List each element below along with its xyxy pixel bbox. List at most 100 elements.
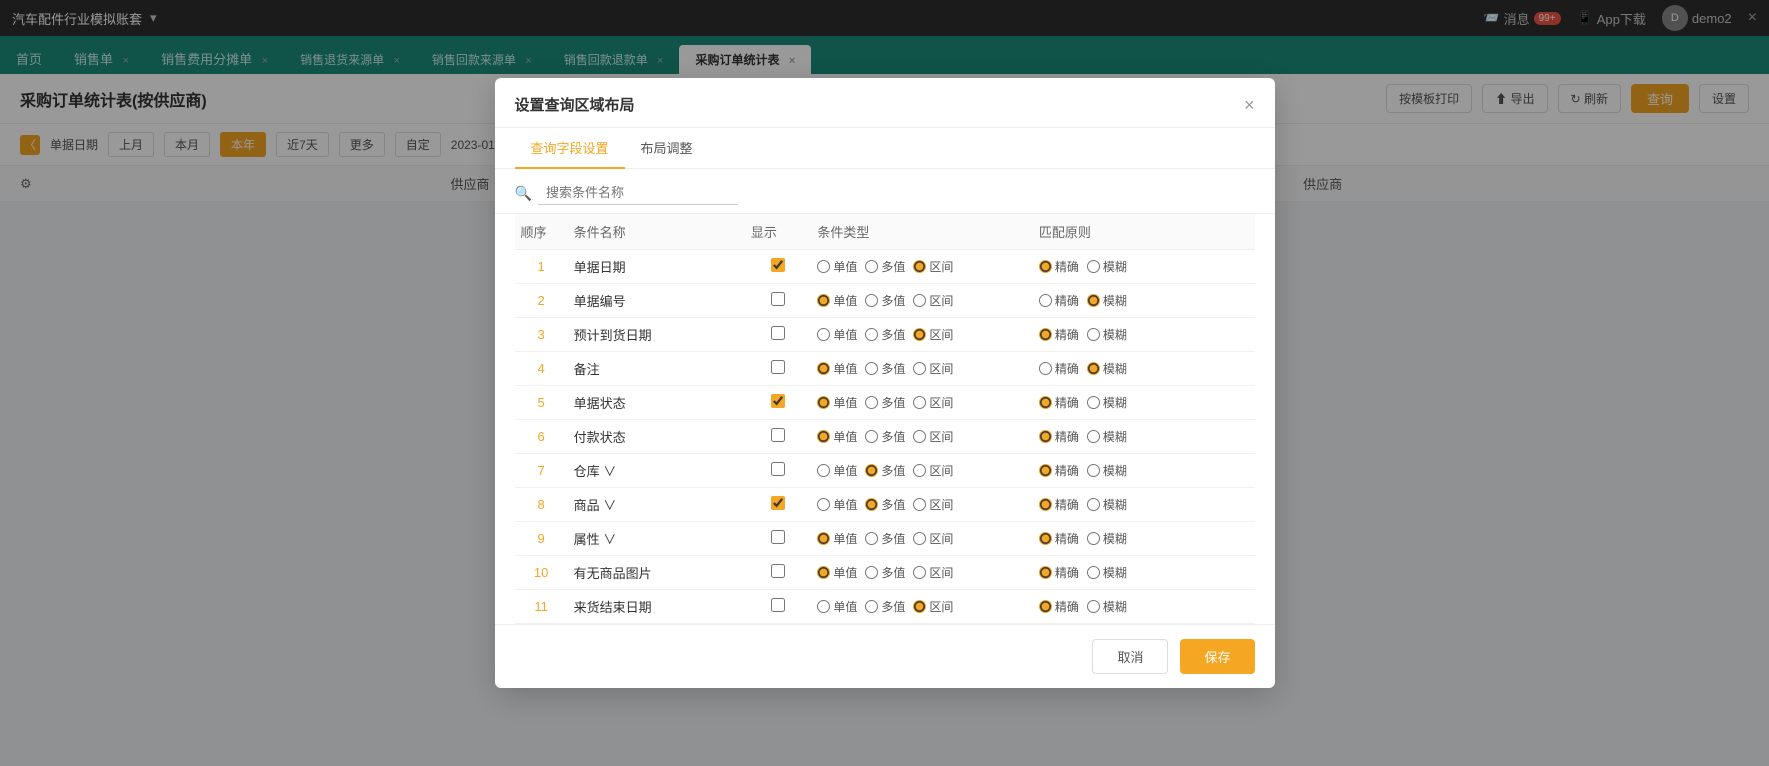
- match-radio[interactable]: [1087, 260, 1100, 273]
- type-radio[interactable]: [913, 328, 926, 341]
- tab-layout-adjust[interactable]: 布局调整: [625, 128, 709, 169]
- type-radio[interactable]: [817, 362, 830, 375]
- type-radio[interactable]: [817, 600, 830, 613]
- match-radio-item[interactable]: 模糊: [1087, 598, 1127, 615]
- show-checkbox[interactable]: [771, 598, 785, 612]
- match-radio[interactable]: [1039, 396, 1052, 409]
- dialog-close-button[interactable]: ×: [1244, 96, 1255, 114]
- type-radio-item[interactable]: 单值: [817, 326, 857, 343]
- show-checkbox[interactable]: [771, 292, 785, 306]
- match-radio-item[interactable]: 模糊: [1087, 564, 1127, 581]
- match-radio-item[interactable]: 精确: [1039, 394, 1079, 411]
- type-radio[interactable]: [865, 294, 878, 307]
- type-radio-item[interactable]: 多值: [865, 360, 905, 377]
- type-radio-item[interactable]: 单值: [817, 292, 857, 309]
- type-radio[interactable]: [817, 464, 830, 477]
- show-checkbox[interactable]: [771, 326, 785, 340]
- match-radio[interactable]: [1039, 430, 1052, 443]
- type-radio-item[interactable]: 区间: [913, 360, 953, 377]
- show-checkbox[interactable]: [771, 564, 785, 578]
- type-radio-item[interactable]: 区间: [913, 292, 953, 309]
- match-radio-item[interactable]: 精确: [1039, 530, 1079, 547]
- type-radio-item[interactable]: 单值: [817, 496, 857, 513]
- type-radio-item[interactable]: 区间: [913, 496, 953, 513]
- type-radio[interactable]: [817, 260, 830, 273]
- type-radio-item[interactable]: 多值: [865, 292, 905, 309]
- type-radio-item[interactable]: 多值: [865, 564, 905, 581]
- match-radio[interactable]: [1039, 566, 1052, 579]
- type-radio[interactable]: [913, 260, 926, 273]
- match-radio[interactable]: [1039, 600, 1052, 613]
- match-radio[interactable]: [1087, 498, 1100, 511]
- match-radio-item[interactable]: 模糊: [1087, 530, 1127, 547]
- type-radio-item[interactable]: 多值: [865, 496, 905, 513]
- match-radio[interactable]: [1039, 464, 1052, 477]
- type-radio-item[interactable]: 单值: [817, 564, 857, 581]
- type-radio[interactable]: [865, 328, 878, 341]
- match-radio-item[interactable]: 精确: [1039, 326, 1079, 343]
- type-radio[interactable]: [817, 294, 830, 307]
- type-radio-item[interactable]: 区间: [913, 462, 953, 479]
- show-checkbox[interactable]: [771, 360, 785, 374]
- type-radio[interactable]: [865, 464, 878, 477]
- match-radio-item[interactable]: 精确: [1039, 564, 1079, 581]
- match-radio[interactable]: [1039, 328, 1052, 341]
- type-radio-item[interactable]: 单值: [817, 530, 857, 547]
- match-radio[interactable]: [1087, 532, 1100, 545]
- show-checkbox[interactable]: [771, 462, 785, 476]
- type-radio-item[interactable]: 多值: [865, 394, 905, 411]
- type-radio[interactable]: [865, 600, 878, 613]
- match-radio[interactable]: [1039, 532, 1052, 545]
- match-radio[interactable]: [1087, 294, 1100, 307]
- type-radio-item[interactable]: 多值: [865, 462, 905, 479]
- type-radio[interactable]: [817, 566, 830, 579]
- match-radio-item[interactable]: 模糊: [1087, 428, 1127, 445]
- type-radio[interactable]: [865, 396, 878, 409]
- match-radio-item[interactable]: 精确: [1039, 496, 1079, 513]
- type-radio-item[interactable]: 多值: [865, 258, 905, 275]
- type-radio[interactable]: [865, 566, 878, 579]
- type-radio-item[interactable]: 单值: [817, 394, 857, 411]
- type-radio-item[interactable]: 区间: [913, 530, 953, 547]
- type-radio-item[interactable]: 区间: [913, 326, 953, 343]
- type-radio-item[interactable]: 单值: [817, 428, 857, 445]
- type-radio[interactable]: [913, 294, 926, 307]
- match-radio-item[interactable]: 精确: [1039, 598, 1079, 615]
- type-radio-item[interactable]: 单值: [817, 360, 857, 377]
- type-radio-item[interactable]: 区间: [913, 564, 953, 581]
- type-radio[interactable]: [817, 498, 830, 511]
- match-radio[interactable]: [1087, 396, 1100, 409]
- type-radio-item[interactable]: 区间: [913, 428, 953, 445]
- match-radio[interactable]: [1087, 464, 1100, 477]
- match-radio-item[interactable]: 精确: [1039, 292, 1079, 309]
- type-radio-item[interactable]: 区间: [913, 598, 953, 615]
- match-radio-item[interactable]: 精确: [1039, 428, 1079, 445]
- search-input[interactable]: [538, 181, 738, 205]
- match-radio-item[interactable]: 模糊: [1087, 462, 1127, 479]
- type-radio-item[interactable]: 多值: [865, 428, 905, 445]
- type-radio-item[interactable]: 区间: [913, 258, 953, 275]
- type-radio[interactable]: [913, 430, 926, 443]
- match-radio-item[interactable]: 精确: [1039, 462, 1079, 479]
- match-radio[interactable]: [1039, 294, 1052, 307]
- type-radio[interactable]: [913, 396, 926, 409]
- match-radio[interactable]: [1087, 600, 1100, 613]
- type-radio[interactable]: [913, 566, 926, 579]
- save-button[interactable]: 保存: [1180, 639, 1254, 674]
- type-radio[interactable]: [865, 260, 878, 273]
- type-radio-item[interactable]: 单值: [817, 258, 857, 275]
- match-radio-item[interactable]: 模糊: [1087, 496, 1127, 513]
- type-radio[interactable]: [913, 600, 926, 613]
- match-radio-item[interactable]: 模糊: [1087, 360, 1127, 377]
- match-radio-item[interactable]: 精确: [1039, 360, 1079, 377]
- match-radio[interactable]: [1039, 362, 1052, 375]
- type-radio[interactable]: [913, 532, 926, 545]
- type-radio[interactable]: [865, 362, 878, 375]
- match-radio[interactable]: [1039, 260, 1052, 273]
- type-radio-item[interactable]: 单值: [817, 462, 857, 479]
- match-radio-item[interactable]: 精确: [1039, 258, 1079, 275]
- type-radio-item[interactable]: 区间: [913, 394, 953, 411]
- type-radio[interactable]: [865, 430, 878, 443]
- type-radio[interactable]: [865, 532, 878, 545]
- match-radio[interactable]: [1039, 498, 1052, 511]
